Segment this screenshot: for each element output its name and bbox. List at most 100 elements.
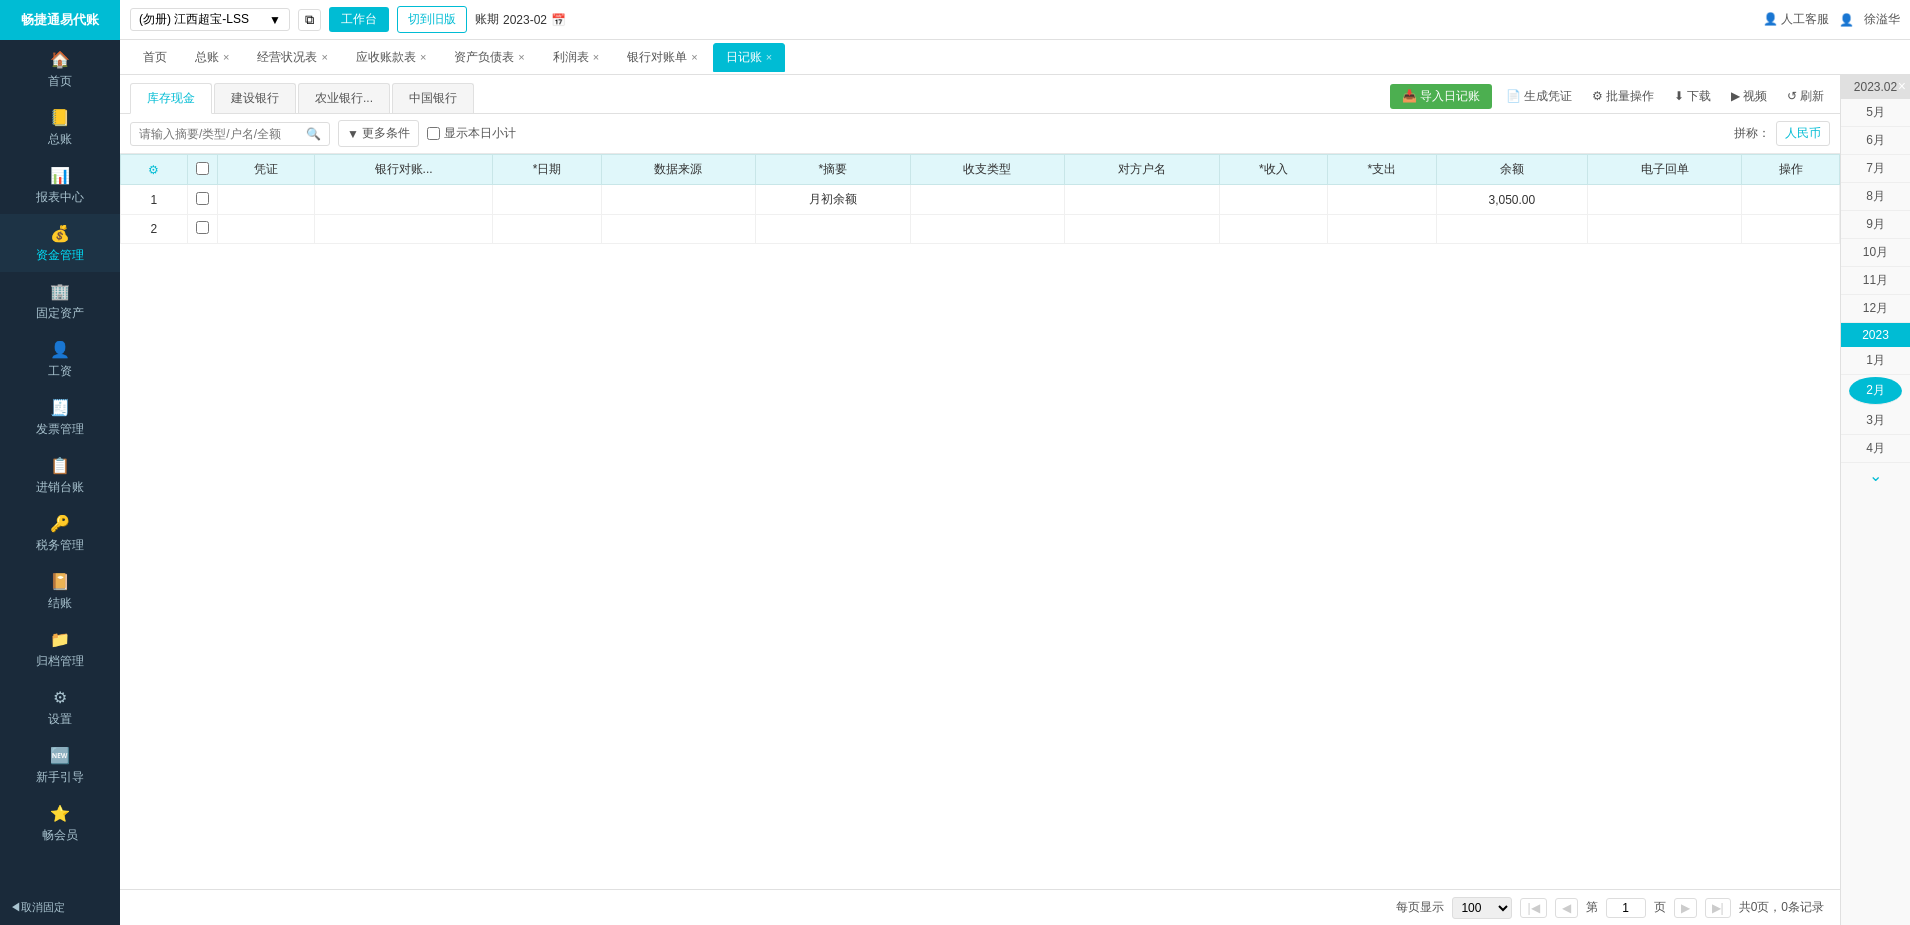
tab-balance[interactable]: 资产负债表 × [441, 43, 537, 72]
tab-bank-statement[interactable]: 银行对账单 × [614, 43, 710, 72]
app-logo: 畅捷通易代账 [0, 0, 120, 40]
sidebar-item-guide[interactable]: 🆕 新手引导 [0, 736, 120, 794]
payroll-icon: 👤 [50, 340, 70, 359]
sidebar-item-home[interactable]: 🏠 首页 [0, 40, 120, 98]
tab-receivable-close[interactable]: × [420, 51, 426, 63]
th-ereceive: 电子回单 [1588, 155, 1742, 185]
sidebar-item-ledger[interactable]: 📒 总账 [0, 98, 120, 156]
date-month-1[interactable]: 1月 [1841, 347, 1910, 375]
th-expense: *支出 [1328, 155, 1437, 185]
sub-tab-ccb[interactable]: 建设银行 [214, 83, 296, 113]
date-month-6[interactable]: 6月 [1841, 127, 1910, 155]
page-prev-btn[interactable]: ◀ [1555, 898, 1578, 918]
th-voucher: 凭证 [217, 155, 314, 185]
sub-tabs: 库存现金 建设银行 农业银行... 中国银行 📥 导入日记账 📄 生成凭证 ⚙ [120, 75, 1840, 114]
sidebar-item-funds[interactable]: 💰 资金管理 [0, 214, 120, 272]
date-month-3[interactable]: 3月 [1841, 407, 1910, 435]
select-all-checkbox[interactable] [196, 162, 209, 175]
sub-tab-cash[interactable]: 库存现金 [130, 83, 212, 114]
row2-seq: 2 [121, 215, 188, 244]
tab-home[interactable]: 首页 [130, 43, 180, 72]
sub-tab-boc[interactable]: 中国银行 [392, 83, 474, 113]
daily-subtotal-checkbox[interactable] [427, 127, 440, 140]
sub-tab-actions: 📥 导入日记账 📄 生成凭证 ⚙ 批量操作 ⬇ 下载 [1390, 84, 1830, 113]
date-month-4[interactable]: 4月 [1841, 435, 1910, 463]
company-selector[interactable]: (勿册) 江西超宝-LSS ▼ [130, 8, 290, 31]
tab-profit[interactable]: 利润表 × [540, 43, 612, 72]
tab-status-close[interactable]: × [321, 51, 327, 63]
date-month-11[interactable]: 11月 [1841, 267, 1910, 295]
tab-receivable[interactable]: 应收账款表 × [343, 43, 439, 72]
refresh-btn[interactable]: ↺ 刷新 [1781, 85, 1830, 108]
gen-voucher-btn[interactable]: 📄 生成凭证 [1500, 85, 1578, 108]
tab-ledger-close[interactable]: × [223, 51, 229, 63]
search-input[interactable] [139, 127, 302, 141]
date-month-9[interactable]: 9月 [1841, 211, 1910, 239]
voucher-icon: 📄 [1506, 89, 1521, 103]
sidebar-item-tax[interactable]: 🔑 税务管理 [0, 504, 120, 562]
tab-journal-close[interactable]: × [766, 51, 772, 63]
search-icon[interactable]: 🔍 [306, 127, 321, 141]
date-panel-close[interactable]: × [1898, 78, 1906, 94]
row1-summary: 月初余额 [756, 185, 910, 215]
th-date: *日期 [493, 155, 602, 185]
th-type: 收支类型 [910, 155, 1064, 185]
per-page-select[interactable]: 100 [1452, 897, 1512, 919]
row1-balance: 3,050.00 [1436, 185, 1587, 215]
sidebar-item-payroll[interactable]: 👤 工资 [0, 330, 120, 388]
date-panel-down-nav[interactable]: ⌄ [1841, 463, 1910, 488]
gear-icon: ⚙ [53, 688, 67, 707]
tab-bank-close[interactable]: × [691, 51, 697, 63]
sales-icon: 📋 [50, 456, 70, 475]
date-month-2[interactable]: 2月 [1849, 377, 1902, 405]
date-month-10[interactable]: 10月 [1841, 239, 1910, 267]
show-daily-subtotal-check[interactable]: 显示本日小计 [427, 125, 516, 142]
date-month-8[interactable]: 8月 [1841, 183, 1910, 211]
sidebar-item-assets[interactable]: 🏢 固定资产 [0, 272, 120, 330]
sidebar-item-settings[interactable]: ⚙ 设置 [0, 678, 120, 736]
video-btn[interactable]: ▶ 视频 [1725, 85, 1773, 108]
tab-balance-close[interactable]: × [518, 51, 524, 63]
page-last-btn[interactable]: ▶| [1705, 898, 1731, 918]
date-month-7[interactable]: 7月 [1841, 155, 1910, 183]
user-name: 徐溢华 [1864, 11, 1900, 28]
calendar-icon[interactable]: 📅 [551, 13, 566, 27]
sidebar-item-close[interactable]: 📔 结账 [0, 562, 120, 620]
invoice-icon: 🧾 [50, 398, 70, 417]
sub-tab-abc[interactable]: 农业银行... [298, 83, 390, 113]
currency-selector[interactable]: 人民币 [1776, 121, 1830, 146]
date-curr-year[interactable]: 2023 [1841, 323, 1910, 347]
customer-service-btn[interactable]: 👤 人工客服 [1763, 11, 1829, 28]
page-next-btn[interactable]: ▶ [1674, 898, 1697, 918]
funds-icon: 💰 [50, 224, 70, 243]
company-name: (勿册) 江西超宝-LSS [139, 11, 249, 28]
sidebar-unpin[interactable]: ◀取消固定 [0, 890, 120, 925]
tab-journal[interactable]: 日记账 × [713, 43, 785, 72]
sidebar-item-invoice[interactable]: 🧾 发票管理 [0, 388, 120, 446]
row2-checkbox[interactable] [187, 215, 217, 244]
page-first-btn[interactable]: |◀ [1520, 898, 1546, 918]
table-config-btn[interactable]: ⚙ [121, 155, 188, 185]
row1-checkbox[interactable] [187, 185, 217, 215]
row1-seq: 1 [121, 185, 188, 215]
date-month-5[interactable]: 5月 [1841, 99, 1910, 127]
batch-ops-btn[interactable]: ⚙ 批量操作 [1586, 85, 1660, 108]
sidebar-item-reports[interactable]: 📊 报表中心 [0, 156, 120, 214]
tab-status[interactable]: 经营状况表 × [244, 43, 340, 72]
more-filter-btn[interactable]: ▼ 更多条件 [338, 120, 419, 147]
tab-ledger[interactable]: 总账 × [182, 43, 242, 72]
ledger-icon: 📒 [50, 108, 70, 127]
download-btn[interactable]: ⬇ 下载 [1668, 85, 1717, 108]
sidebar-item-archive[interactable]: 📁 归档管理 [0, 620, 120, 678]
tab-profit-close[interactable]: × [593, 51, 599, 63]
date-month-12[interactable]: 12月 [1841, 295, 1910, 323]
copy-icon-btn[interactable]: ⧉ [298, 9, 321, 31]
switch-old-button[interactable]: 切到旧版 [397, 6, 467, 33]
toolbar-right: 拼称： 人民币 [1734, 121, 1830, 146]
sidebar-item-sales[interactable]: 📋 进销台账 [0, 446, 120, 504]
th-checkbox[interactable] [187, 155, 217, 185]
sidebar-item-member[interactable]: ⭐ 畅会员 [0, 794, 120, 852]
import-journal-btn[interactable]: 📥 导入日记账 [1390, 84, 1492, 109]
work-bench-button[interactable]: 工作台 [329, 7, 389, 32]
page-input[interactable] [1606, 898, 1646, 918]
